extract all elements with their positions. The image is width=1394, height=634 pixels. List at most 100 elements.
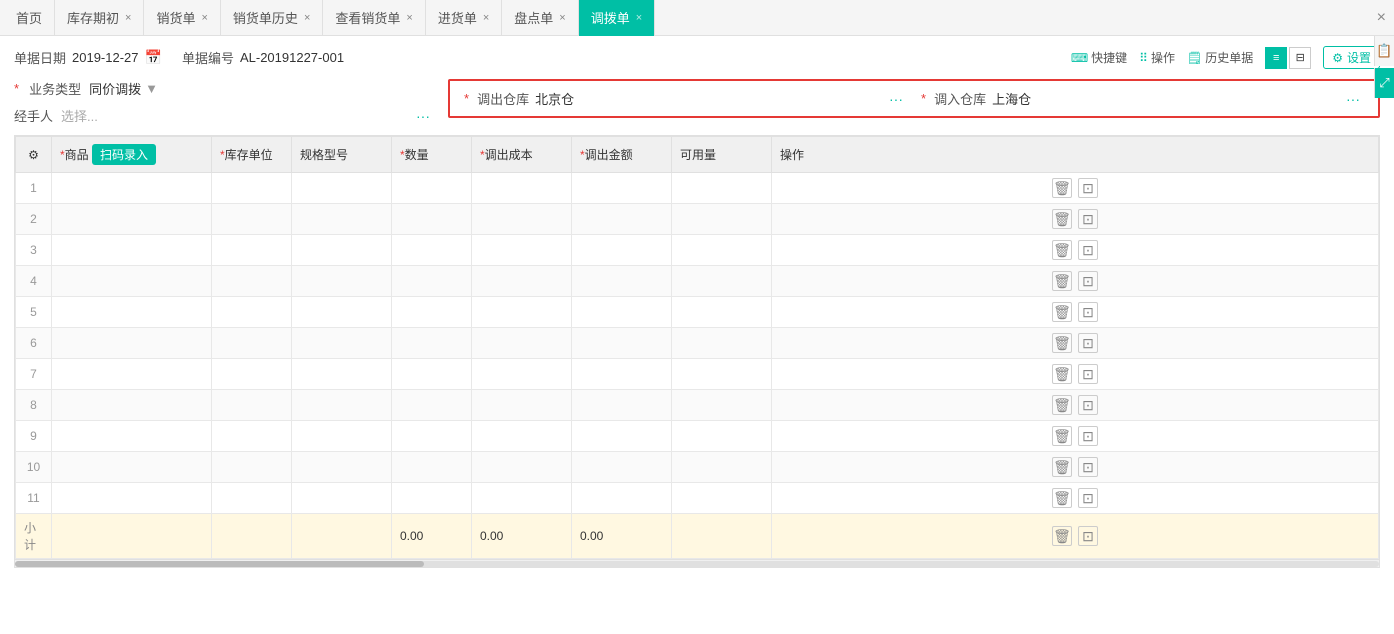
cell-product[interactable] bbox=[52, 297, 212, 328]
cell-product[interactable] bbox=[52, 204, 212, 235]
cell-qty[interactable] bbox=[392, 297, 472, 328]
delete-row-button[interactable]: 🗑 bbox=[1052, 271, 1072, 291]
line-single-btn[interactable]: ≡ bbox=[1265, 47, 1287, 69]
cell-product[interactable] bbox=[52, 359, 212, 390]
handler-ellipsis-button[interactable]: ··· bbox=[412, 108, 434, 124]
delete-row-button[interactable]: 🗑 bbox=[1052, 209, 1072, 229]
cell-qty[interactable] bbox=[392, 421, 472, 452]
cell-product[interactable] bbox=[52, 328, 212, 359]
cell-cost[interactable] bbox=[472, 328, 572, 359]
copy-row-button[interactable]: ⊡ bbox=[1078, 457, 1098, 477]
tab-sales-history[interactable]: 销货单历史 × bbox=[221, 0, 323, 36]
cell-amount[interactable] bbox=[572, 390, 672, 421]
cell-amount[interactable] bbox=[572, 359, 672, 390]
window-close-button[interactable]: × bbox=[1377, 9, 1386, 27]
in-warehouse-ellipsis-button[interactable]: ··· bbox=[1342, 91, 1364, 107]
cell-qty[interactable] bbox=[392, 452, 472, 483]
tab-sales-history-close[interactable]: × bbox=[304, 12, 310, 24]
cell-cost[interactable] bbox=[472, 390, 572, 421]
cell-cost[interactable] bbox=[472, 297, 572, 328]
copy-row-button[interactable]: ⊡ bbox=[1078, 240, 1098, 260]
delete-row-button[interactable]: 🗑 bbox=[1052, 488, 1072, 508]
tab-inventory-init[interactable]: 库存期初 × bbox=[55, 0, 144, 36]
out-warehouse-ellipsis-button[interactable]: ··· bbox=[885, 91, 907, 107]
copy-row-button[interactable]: ⊡ bbox=[1078, 364, 1098, 384]
copy-row-button[interactable]: ⊡ bbox=[1078, 271, 1098, 291]
cell-product[interactable] bbox=[52, 235, 212, 266]
cell-cost[interactable] bbox=[472, 266, 572, 297]
tab-sales-order-close[interactable]: × bbox=[201, 12, 207, 24]
cell-qty[interactable] bbox=[392, 266, 472, 297]
copy-row-button[interactable]: ⊡ bbox=[1078, 333, 1098, 353]
cell-amount[interactable] bbox=[572, 328, 672, 359]
shortcut-link[interactable]: ⌨ 快捷键 bbox=[1071, 49, 1127, 66]
cell-product[interactable] bbox=[52, 266, 212, 297]
tab-view-sales-close[interactable]: × bbox=[406, 12, 412, 24]
copy-row-button[interactable]: ⊡ bbox=[1078, 178, 1098, 198]
cell-cost[interactable] bbox=[472, 173, 572, 204]
calendar-icon[interactable]: 📅 bbox=[145, 49, 162, 66]
delete-row-button[interactable]: 🗑 bbox=[1052, 457, 1072, 477]
subtotal-copy-button[interactable]: ⊡ bbox=[1078, 526, 1098, 546]
tab-transfer-close[interactable]: × bbox=[636, 12, 642, 24]
cell-cost[interactable] bbox=[472, 452, 572, 483]
cell-qty[interactable] bbox=[392, 359, 472, 390]
delete-row-button[interactable]: 🗑 bbox=[1052, 240, 1072, 260]
cell-qty[interactable] bbox=[392, 390, 472, 421]
cell-qty[interactable] bbox=[392, 483, 472, 514]
cell-product[interactable] bbox=[52, 452, 212, 483]
delete-row-button[interactable]: 🗑 bbox=[1052, 395, 1072, 415]
cell-product[interactable] bbox=[52, 173, 212, 204]
copy-row-button[interactable]: ⊡ bbox=[1078, 426, 1098, 446]
tab-purchase-close[interactable]: × bbox=[483, 12, 489, 24]
handler-input[interactable]: 选择... bbox=[61, 106, 98, 125]
copy-row-button[interactable]: ⊡ bbox=[1078, 395, 1098, 415]
cell-amount[interactable] bbox=[572, 483, 672, 514]
sidebar-expand-icon[interactable]: ⤢ bbox=[1374, 68, 1394, 98]
tab-stocktake[interactable]: 盘点单 × bbox=[502, 0, 578, 36]
tab-view-sales[interactable]: 查看销货单 × bbox=[323, 0, 425, 36]
tab-stocktake-close[interactable]: × bbox=[559, 12, 565, 24]
settings-button[interactable]: ⚙ 设置 bbox=[1323, 46, 1380, 69]
cell-cost[interactable] bbox=[472, 483, 572, 514]
cell-amount[interactable] bbox=[572, 235, 672, 266]
scan-button[interactable]: 扫码录入 bbox=[92, 144, 156, 165]
line-double-btn[interactable]: ⊟ bbox=[1289, 47, 1311, 69]
tab-inventory-init-close[interactable]: × bbox=[125, 12, 131, 24]
cell-amount[interactable] bbox=[572, 421, 672, 452]
horizontal-scrollbar[interactable] bbox=[15, 559, 1379, 567]
operation-link[interactable]: ⠿ 操作 bbox=[1139, 49, 1175, 66]
cell-qty[interactable] bbox=[392, 204, 472, 235]
history-link[interactable]: 🗒 历史单据 bbox=[1187, 49, 1253, 66]
delete-row-button[interactable]: 🗑 bbox=[1052, 333, 1072, 353]
cell-amount[interactable] bbox=[572, 266, 672, 297]
cell-amount[interactable] bbox=[572, 452, 672, 483]
cell-qty[interactable] bbox=[392, 235, 472, 266]
delete-row-button[interactable]: 🗑 bbox=[1052, 426, 1072, 446]
cell-amount[interactable] bbox=[572, 204, 672, 235]
copy-row-button[interactable]: ⊡ bbox=[1078, 209, 1098, 229]
cell-product[interactable] bbox=[52, 390, 212, 421]
copy-row-button[interactable]: ⊡ bbox=[1078, 302, 1098, 322]
cell-cost[interactable] bbox=[472, 359, 572, 390]
tab-home[interactable]: 首页 bbox=[4, 0, 55, 36]
cell-cost[interactable] bbox=[472, 421, 572, 452]
subtotal-delete-button[interactable]: 🗑 bbox=[1052, 526, 1072, 546]
delete-row-button[interactable]: 🗑 bbox=[1052, 178, 1072, 198]
biz-type-select[interactable]: 同价调拨 ▼ bbox=[89, 79, 158, 98]
tab-transfer[interactable]: 调拨单 × bbox=[579, 0, 655, 36]
tab-sales-order[interactable]: 销货单 × bbox=[144, 0, 220, 36]
copy-row-button[interactable]: ⊡ bbox=[1078, 488, 1098, 508]
delete-row-button[interactable]: 🗑 bbox=[1052, 302, 1072, 322]
cell-amount[interactable] bbox=[572, 173, 672, 204]
table-settings-icon[interactable]: ⚙ bbox=[28, 148, 39, 162]
cell-product[interactable] bbox=[52, 483, 212, 514]
tab-purchase[interactable]: 进货单 × bbox=[426, 0, 502, 36]
sidebar-doc-icon[interactable]: 📋 bbox=[1374, 36, 1394, 66]
cell-qty[interactable] bbox=[392, 328, 472, 359]
cell-product[interactable] bbox=[52, 421, 212, 452]
delete-row-button[interactable]: 🗑 bbox=[1052, 364, 1072, 384]
cell-amount[interactable] bbox=[572, 297, 672, 328]
th-settings[interactable]: ⚙ bbox=[16, 137, 52, 173]
cell-qty[interactable] bbox=[392, 173, 472, 204]
